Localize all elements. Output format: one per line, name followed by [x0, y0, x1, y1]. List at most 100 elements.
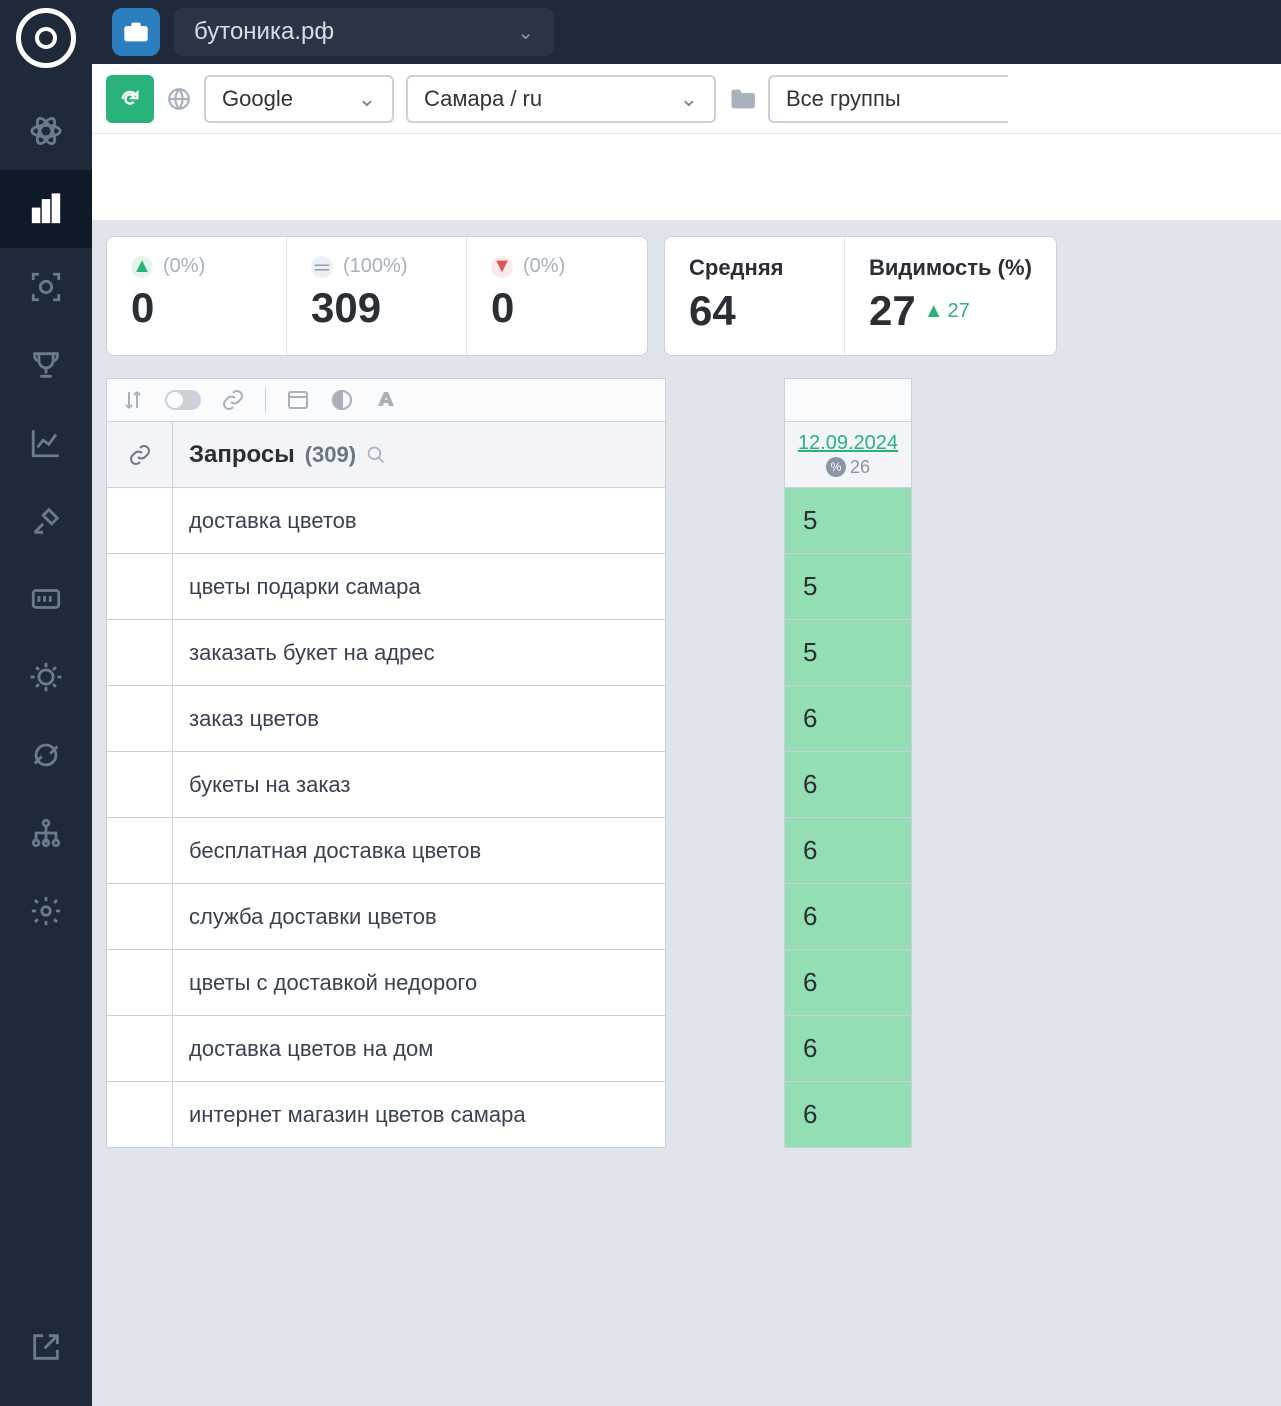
row-link-cell[interactable] [107, 554, 173, 619]
stat-up-pct: (0%) [163, 255, 205, 278]
table-row[interactable]: бесплатная доставка цветов [106, 818, 666, 884]
table-row[interactable]: цветы подарки самара [106, 554, 666, 620]
topbar: бутоника.рф ⌄ [92, 0, 1281, 64]
row-query-text: букеты на заказ [173, 752, 665, 817]
table-row[interactable]: цветы с доставкой недорого [106, 950, 666, 1016]
nav-capture[interactable] [0, 248, 92, 326]
row-value-cell: 5 [784, 554, 912, 620]
percent-icon: % [826, 457, 846, 477]
table-head: Запросы (309) 12.09.2024 % 26 [106, 378, 1267, 488]
row-query-text: служба доставки цветов [173, 884, 665, 949]
text-size-icon[interactable] [374, 388, 398, 412]
toolbar: Google ⌄ Самара / ru ⌄ Все группы [92, 64, 1281, 134]
row-link-cell[interactable] [107, 752, 173, 817]
row-value-cell: 6 [784, 1016, 912, 1082]
stat-down-val: 0 [491, 284, 623, 332]
queries-header: Запросы (309) [106, 422, 666, 488]
arrow-down-icon: ▼ [491, 256, 513, 278]
row-query-text: интернет магазин цветов самара [173, 1082, 665, 1147]
row-link-cell[interactable] [107, 620, 173, 685]
stat-down-pct: (0%) [523, 255, 565, 278]
row-link-cell[interactable] [107, 488, 173, 553]
groups-value: Все группы [786, 86, 901, 112]
row-value-cell: 6 [784, 1082, 912, 1148]
divider [265, 387, 266, 413]
folder-icon [728, 85, 756, 113]
nav-rankings[interactable] [0, 170, 92, 248]
nav-target[interactable] [0, 716, 92, 794]
stat-down: ▼ (0%) 0 [467, 237, 647, 355]
row-value-cell: 6 [784, 752, 912, 818]
table-row[interactable]: интернет магазин цветов самара [106, 1082, 666, 1148]
stat-vis-label: Видимость (%) [869, 255, 1032, 281]
window-icon[interactable] [286, 388, 310, 412]
main-area: Google ⌄ Самара / ru ⌄ Все группы ▲ (0%)… [92, 64, 1281, 1406]
table-row[interactable]: заказ цветов [106, 686, 666, 752]
row-link-cell[interactable] [107, 818, 173, 883]
arrow-up-icon: ▲ [924, 300, 944, 323]
nav-external-link[interactable] [0, 1308, 92, 1386]
nav-settings[interactable] [0, 872, 92, 950]
sort-icon[interactable] [121, 388, 145, 412]
nav-trophy[interactable] [0, 326, 92, 404]
row-link-cell[interactable] [107, 686, 173, 751]
briefcase-icon[interactable] [112, 8, 160, 56]
logo [16, 8, 76, 68]
table-row[interactable]: букеты на заказ [106, 752, 666, 818]
contrast-icon[interactable] [330, 388, 354, 412]
row-link-cell[interactable] [107, 1082, 173, 1147]
region-value: Самара / ru [424, 86, 542, 112]
queries-title: Запросы [189, 441, 295, 469]
row-query-text: заказать букет на адрес [173, 620, 665, 685]
chevron-down-icon: ⌄ [358, 86, 376, 112]
nav-bug[interactable] [0, 638, 92, 716]
chevron-down-icon: ⌄ [680, 86, 698, 112]
stat-avg-label: Средняя [689, 255, 820, 281]
nav-chart[interactable] [0, 404, 92, 482]
row-value-cell: 5 [784, 488, 912, 554]
project-name: бутоника.рф [194, 18, 334, 46]
row-link-cell[interactable] [107, 950, 173, 1015]
nav-seo[interactable] [0, 560, 92, 638]
table-row[interactable]: заказать букет на адрес [106, 620, 666, 686]
toggle-switch[interactable] [165, 390, 201, 410]
nav-sitemap[interactable] [0, 794, 92, 872]
row-link-cell[interactable] [107, 884, 173, 949]
table-row[interactable]: служба доставки цветов [106, 884, 666, 950]
logo-inner [35, 27, 57, 49]
nav-auction[interactable] [0, 482, 92, 560]
row-query-text: бесплатная доставка цветов [173, 818, 665, 883]
groups-select[interactable]: Все группы [768, 75, 1008, 123]
link-column-header[interactable] [107, 422, 173, 487]
search-icon[interactable] [366, 445, 386, 465]
stat-avg: Средняя 64 [665, 237, 845, 355]
project-selector[interactable]: бутоника.рф ⌄ [174, 8, 554, 56]
date-column-header[interactable]: 12.09.2024 % 26 [784, 422, 912, 488]
stat-eq: ＝ (100%) 309 [287, 237, 467, 355]
equal-icon: ＝ [311, 256, 333, 278]
date-link[interactable]: 12.09.2024 [798, 432, 898, 455]
search-engine-select[interactable]: Google ⌄ [204, 75, 394, 123]
row-value-cell: 6 [784, 686, 912, 752]
sidebar [0, 0, 92, 1406]
link-icon[interactable] [221, 388, 245, 412]
globe-icon [166, 86, 192, 112]
table-row[interactable]: доставка цветов на дом [106, 1016, 666, 1082]
stat-visibility: Видимость (%) 27 ▲ 27 [845, 237, 1056, 355]
row-link-cell[interactable] [107, 1016, 173, 1081]
sub-header-space [92, 134, 1281, 220]
stat-group-summary: Средняя 64 Видимость (%) 27 ▲ 27 [664, 236, 1057, 356]
chevron-down-icon: ⌄ [517, 20, 534, 45]
queries-count: (309) [305, 442, 356, 468]
refresh-button[interactable] [106, 75, 154, 123]
row-query-text: доставка цветов [173, 488, 665, 553]
region-select[interactable]: Самара / ru ⌄ [406, 75, 716, 123]
stat-avg-val: 64 [689, 287, 820, 335]
row-query-text: цветы с доставкой недорого [173, 950, 665, 1015]
table-row[interactable]: доставка цветов [106, 488, 666, 554]
date-column-top [784, 378, 912, 422]
stat-vis-val: 27 [869, 287, 916, 335]
nav-atom[interactable] [0, 92, 92, 170]
stat-up: ▲ (0%) 0 [107, 237, 287, 355]
stat-group-changes: ▲ (0%) 0 ＝ (100%) 309 ▼ (0%) 0 [106, 236, 648, 356]
